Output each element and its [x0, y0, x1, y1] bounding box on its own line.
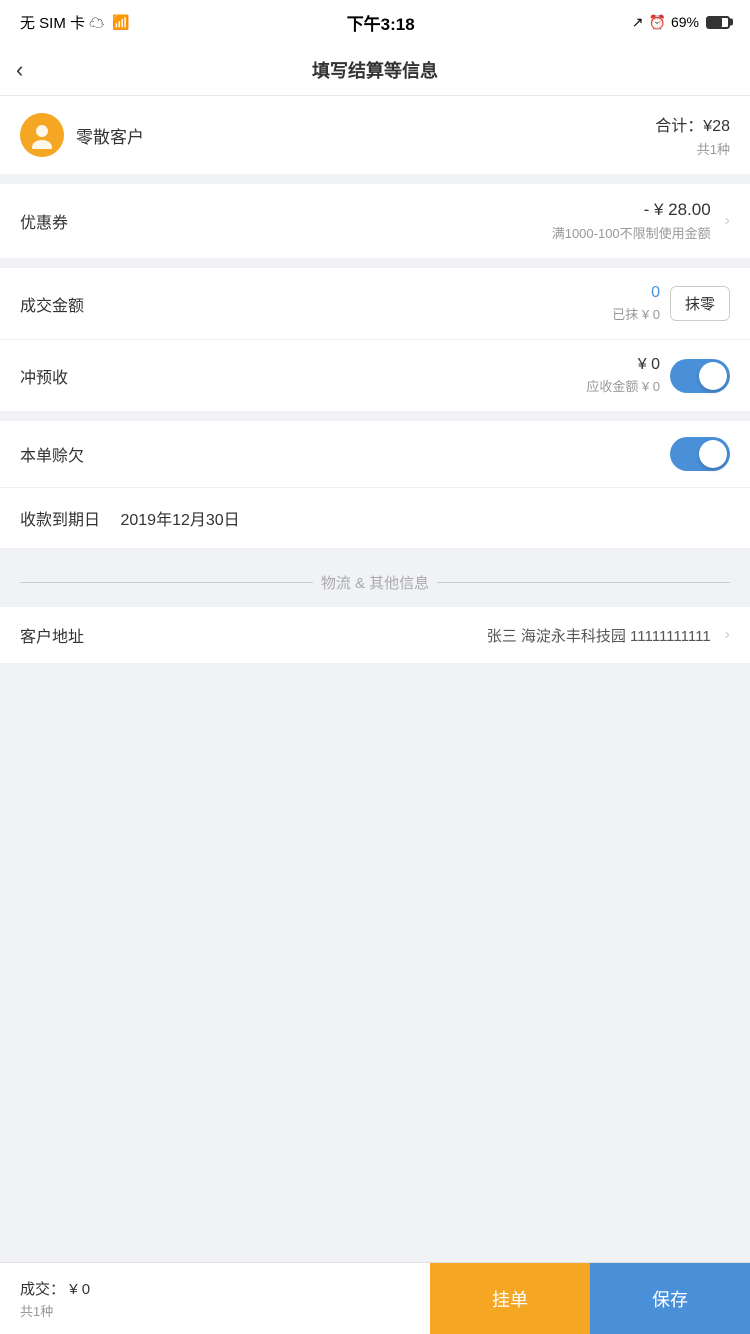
status-bar: 无 SIM 卡 ☁ 📶 下午3:18 ↗ ⏰ 69%: [0, 0, 750, 44]
deal-amount-col: 0 已抹 ¥ 0: [612, 284, 660, 323]
status-time: 下午3:18: [347, 10, 415, 35]
debit-right: [670, 437, 730, 471]
coupon-label: 优惠券: [20, 209, 68, 233]
due-date-row: 收款到期日 2019年12月30日: [0, 488, 750, 548]
location-icon: ↗: [632, 14, 644, 31]
customer-name: 零散客户: [76, 123, 144, 148]
bottom-deal-value: ¥ 0: [69, 1281, 90, 1298]
prepay-value: ¥ 0: [586, 356, 660, 374]
prepay-label: 冲预收: [20, 364, 68, 388]
customer-info: 零散客户: [20, 113, 144, 157]
address-value: 张三 海淀永丰科技园 11111111111: [487, 625, 711, 646]
avatar: [20, 113, 64, 157]
coupon-chevron: ›: [725, 212, 730, 230]
bottom-deal-row: 成交： ¥ 0: [20, 1278, 410, 1299]
back-button[interactable]: ‹: [16, 57, 23, 83]
content: 零散客户 合计：¥28 共1种 优惠券 - ¥ 28.00 满1000-100不…: [0, 96, 750, 753]
coupon-value-col: - ¥ 28.00 满1000-100不限制使用金额: [552, 200, 711, 242]
address-right: 张三 海淀永丰科技园 11111111111 ›: [487, 625, 730, 646]
prepay-sub: 应收金额 ¥ 0: [586, 376, 660, 395]
customer-row: 零散客户 合计：¥28 共1种: [0, 96, 750, 174]
logistics-line-right: [437, 582, 730, 583]
deal-amount-value: 0: [612, 284, 660, 302]
prepay-toggle[interactable]: [670, 359, 730, 393]
address-section: 客户地址 张三 海淀永丰科技园 11111111111 ›: [0, 607, 750, 663]
debit-label: 本单赊欠: [20, 442, 84, 466]
page-title: 填写结算等信息: [312, 57, 438, 83]
sim-status: 无 SIM 卡 ☁: [20, 12, 104, 33]
coupon-section: 优惠券 - ¥ 28.00 满1000-100不限制使用金额 ›: [0, 184, 750, 258]
bottom-bar: 成交： ¥ 0 共1种 挂单 保存: [0, 1262, 750, 1334]
deal-amount-right: 0 已抹 ¥ 0 抹零: [612, 284, 730, 323]
coupon-right: - ¥ 28.00 满1000-100不限制使用金额 ›: [552, 200, 730, 242]
bottom-info: 成交： ¥ 0 共1种: [0, 1263, 430, 1334]
debit-section: 本单赊欠 收款到期日 2019年12月30日: [0, 421, 750, 548]
debit-toggle-knob: [699, 440, 727, 468]
logistics-label: 物流 & 其他信息: [321, 572, 429, 593]
address-chevron: ›: [725, 626, 730, 644]
coupon-discount: - ¥ 28.00: [552, 200, 711, 220]
bottom-deal-label: 成交：: [20, 1281, 65, 1298]
bottom-count: 共1种: [20, 1301, 410, 1320]
prepay-row: 冲预收 ¥ 0 应收金额 ¥ 0: [0, 340, 750, 411]
coupon-subtext: 满1000-100不限制使用金额: [552, 223, 711, 242]
debit-row: 本单赊欠: [0, 421, 750, 488]
address-row[interactable]: 客户地址 张三 海淀永丰科技园 11111111111 ›: [0, 607, 750, 663]
pending-button[interactable]: 挂单: [430, 1263, 590, 1334]
prepay-toggle-knob: [699, 362, 727, 390]
nav-bar: ‹ 填写结算等信息: [0, 44, 750, 96]
amount-section: 成交金额 0 已抹 ¥ 0 抹零 冲预收 ¥ 0 应收金额 ¥ 0: [0, 268, 750, 411]
customer-count: 共1种: [655, 139, 730, 158]
deal-amount-row: 成交金额 0 已抹 ¥ 0 抹零: [0, 268, 750, 340]
deal-amount-label: 成交金额: [20, 292, 84, 316]
logistics-inner: 物流 & 其他信息: [20, 572, 730, 593]
coupon-row[interactable]: 优惠券 - ¥ 28.00 满1000-100不限制使用金额 ›: [0, 184, 750, 258]
prepay-col: ¥ 0 应收金额 ¥ 0: [586, 356, 660, 395]
deal-amount-sub: 已抹 ¥ 0: [612, 304, 660, 323]
status-right: ↗ ⏰ 69%: [632, 14, 730, 31]
logistics-section: 物流 & 其他信息: [0, 558, 750, 607]
wifi-icon: 📶: [112, 14, 129, 31]
prepay-right: ¥ 0 应收金额 ¥ 0: [586, 356, 730, 395]
round-zero-button[interactable]: 抹零: [670, 286, 730, 321]
status-left: 无 SIM 卡 ☁ 📶: [20, 12, 130, 33]
logistics-line-left: [20, 582, 313, 583]
save-button[interactable]: 保存: [590, 1263, 750, 1334]
battery-icon: [706, 16, 730, 29]
customer-summary: 合计：¥28 共1种: [655, 112, 730, 158]
debit-toggle[interactable]: [670, 437, 730, 471]
logistics-divider: 物流 & 其他信息: [0, 558, 750, 607]
due-date-label: 收款到期日: [20, 512, 100, 529]
battery-percent: 69%: [671, 14, 699, 30]
address-label: 客户地址: [20, 623, 84, 647]
alarm-icon: ⏰: [649, 14, 666, 31]
customer-total: 合计：¥28: [655, 112, 730, 136]
due-date-value: 2019年12月30日: [120, 512, 239, 529]
